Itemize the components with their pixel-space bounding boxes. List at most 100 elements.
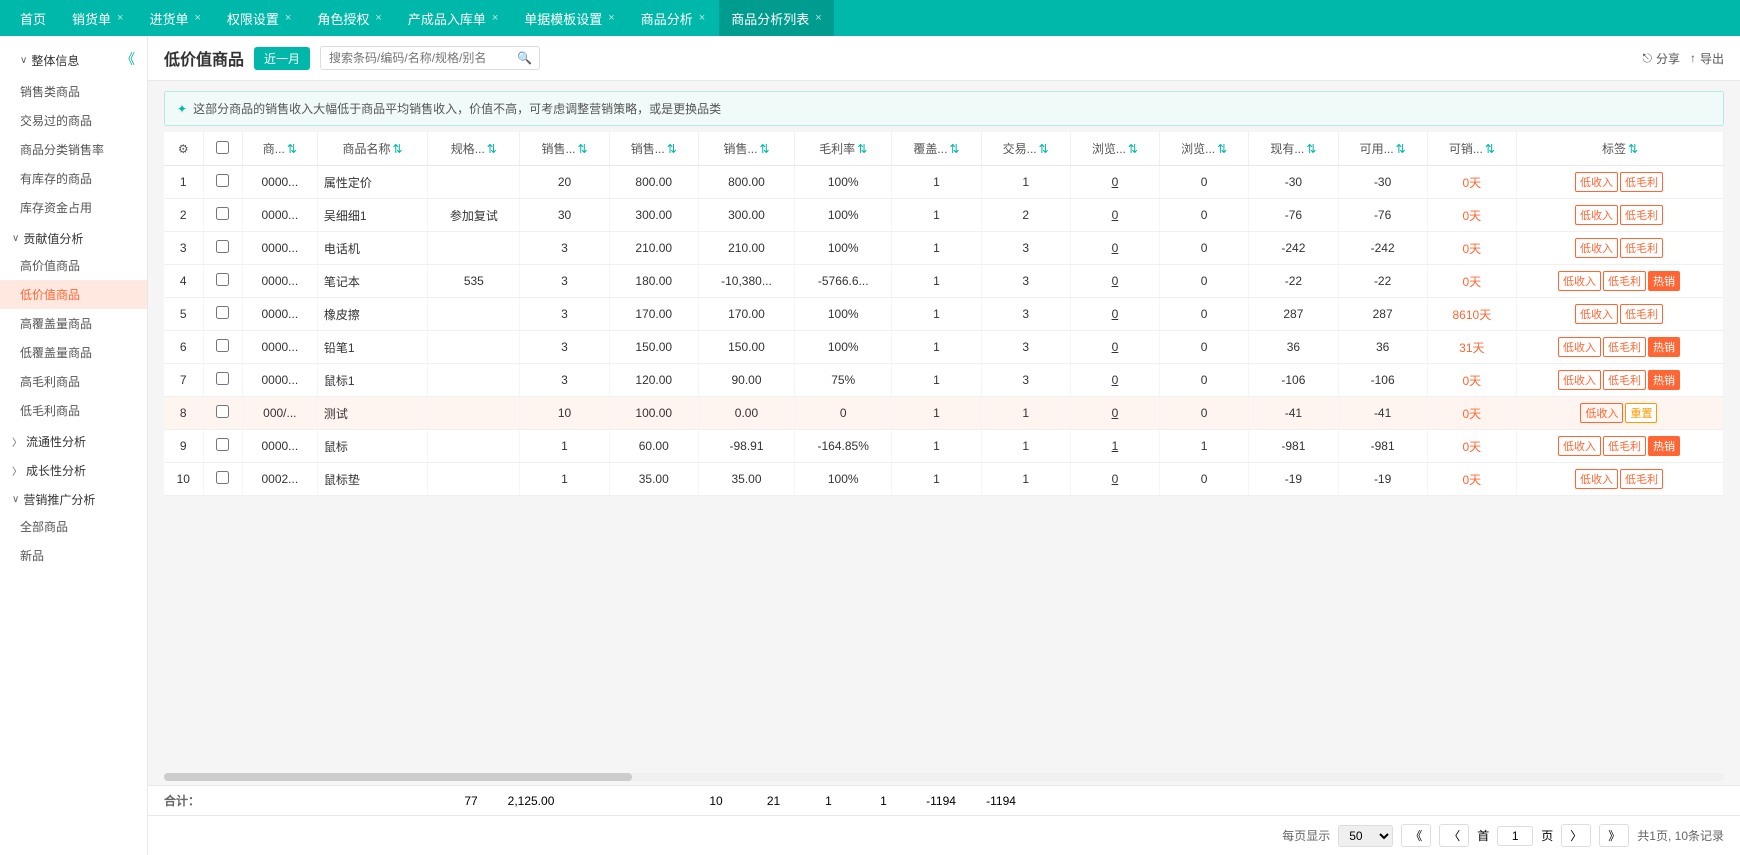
- browse-link[interactable]: 0: [1112, 472, 1119, 486]
- row-checkbox[interactable]: [216, 405, 229, 418]
- col-gross-margin[interactable]: 毛利率⇅: [795, 132, 892, 166]
- sidebar-group-contribution[interactable]: ∨ 贡献值分析: [0, 222, 147, 251]
- col-spec[interactable]: 规格...⇅: [428, 132, 520, 166]
- col-checkbox[interactable]: [203, 132, 242, 166]
- row-checkbox[interactable]: [216, 339, 229, 352]
- col-sales-price[interactable]: 销售...⇅: [609, 132, 698, 166]
- nav-product-analysis[interactable]: 商品分析 ×: [629, 0, 717, 36]
- sidebar-item-high-coverage[interactable]: 高覆盖量商品: [0, 309, 147, 338]
- sidebar-item-traded-products[interactable]: 交易过的商品: [0, 106, 147, 135]
- col-sellable[interactable]: 可销...⇅: [1427, 132, 1516, 166]
- close-template-icon[interactable]: ×: [608, 12, 614, 24]
- row-checkbox[interactable]: [216, 471, 229, 484]
- nav-sales-order[interactable]: 销货单 ×: [60, 0, 135, 36]
- cell-checkbox[interactable]: [203, 166, 242, 199]
- share-button[interactable]: ⎋ 分享: [1642, 50, 1680, 67]
- page-number-input[interactable]: [1497, 826, 1533, 846]
- sidebar-item-category-sales-rate[interactable]: 商品分类销售率: [0, 135, 147, 164]
- cell-checkbox[interactable]: [203, 397, 242, 430]
- browse-link[interactable]: 0: [1112, 340, 1119, 354]
- date-filter-button[interactable]: 近一月: [254, 47, 310, 70]
- sidebar-item-stock-capital[interactable]: 库存资金占用: [0, 193, 147, 222]
- row-checkbox[interactable]: [216, 438, 229, 451]
- prev-page-button[interactable]: 〈: [1439, 824, 1469, 847]
- row-checkbox[interactable]: [216, 306, 229, 319]
- nav-template-settings[interactable]: 单据模板设置 ×: [512, 0, 626, 36]
- cell-checkbox[interactable]: [203, 265, 242, 298]
- cell-checkbox[interactable]: [203, 232, 242, 265]
- col-settings[interactable]: ⚙: [164, 132, 203, 166]
- sidebar-item-low-coverage[interactable]: 低覆盖量商品: [0, 338, 147, 367]
- cell-checkbox[interactable]: [203, 298, 242, 331]
- row-checkbox[interactable]: [216, 372, 229, 385]
- search-icon[interactable]: 🔍: [517, 51, 532, 65]
- sidebar-item-high-value[interactable]: 高价值商品: [0, 251, 147, 280]
- sidebar-group-liquidity[interactable]: 〉 流通性分析: [0, 425, 147, 454]
- close-role-auth-icon[interactable]: ×: [375, 12, 381, 24]
- nav-role-auth[interactable]: 角色授权 ×: [305, 0, 393, 36]
- sidebar-group-overall[interactable]: ∨ 整体信息: [8, 44, 91, 73]
- nav-product-inbound[interactable]: 产成品入库单 ×: [396, 0, 510, 36]
- col-tags[interactable]: 标签⇅: [1516, 132, 1723, 166]
- sidebar-collapse-button[interactable]: 《: [117, 45, 139, 73]
- col-browse1[interactable]: 浏览...⇅: [1070, 132, 1159, 166]
- cell-coverage: 1: [892, 199, 981, 232]
- browse-link[interactable]: 0: [1112, 406, 1119, 420]
- first-page-button[interactable]: 《: [1401, 824, 1431, 847]
- nav-product-analysis-list[interactable]: 商品分析列表 ×: [719, 0, 833, 36]
- cell-checkbox[interactable]: [203, 199, 242, 232]
- nav-home[interactable]: 首页: [8, 0, 58, 36]
- last-page-button[interactable]: 》: [1599, 824, 1629, 847]
- close-sales-order-icon[interactable]: ×: [117, 12, 123, 24]
- col-sales-qty[interactable]: 销售...⇅: [520, 132, 609, 166]
- sidebar-item-stock-products[interactable]: 有库存的商品: [0, 164, 147, 193]
- row-checkbox[interactable]: [216, 273, 229, 286]
- sidebar-item-low-margin[interactable]: 低毛利商品: [0, 396, 147, 425]
- close-product-inbound-icon[interactable]: ×: [492, 12, 498, 24]
- sidebar-group-growth[interactable]: 〉 成长性分析: [0, 454, 147, 483]
- export-button[interactable]: ↑ 导出: [1690, 50, 1724, 67]
- select-all-checkbox[interactable]: [216, 141, 229, 154]
- search-input[interactable]: [320, 46, 540, 70]
- close-product-analysis-icon[interactable]: ×: [699, 12, 705, 24]
- cell-checkbox[interactable]: [203, 430, 242, 463]
- close-purchase-order-icon[interactable]: ×: [194, 12, 200, 24]
- cell-checkbox[interactable]: [203, 364, 242, 397]
- col-transaction[interactable]: 交易...⇅: [981, 132, 1070, 166]
- browse-link[interactable]: 0: [1112, 208, 1119, 222]
- horizontal-scrollbar[interactable]: [164, 773, 1724, 781]
- col-name[interactable]: 商品名称⇅: [317, 132, 427, 166]
- cell-checkbox[interactable]: [203, 463, 242, 496]
- browse-link[interactable]: 0: [1112, 307, 1119, 321]
- col-browse2[interactable]: 浏览...⇅: [1160, 132, 1249, 166]
- row-checkbox[interactable]: [216, 207, 229, 220]
- browse-link[interactable]: 1: [1112, 439, 1119, 453]
- scrollbar-thumb[interactable]: [164, 773, 632, 781]
- row-checkbox[interactable]: [216, 240, 229, 253]
- next-page-button[interactable]: 〉: [1561, 824, 1591, 847]
- browse-link[interactable]: 0: [1112, 175, 1119, 189]
- cell-checkbox[interactable]: [203, 331, 242, 364]
- data-table-container[interactable]: ⚙ 商...⇅ 商品名称⇅ 规格...⇅ 销售...⇅ 销售...⇅ 销售...…: [164, 132, 1724, 769]
- browse-link[interactable]: 0: [1112, 274, 1119, 288]
- cell-browse2: 0: [1160, 232, 1249, 265]
- nav-purchase-order[interactable]: 进货单 ×: [137, 0, 212, 36]
- sidebar-item-all-products[interactable]: 全部商品: [0, 512, 147, 541]
- browse-link[interactable]: 0: [1112, 373, 1119, 387]
- col-coverage[interactable]: 覆盖...⇅: [892, 132, 981, 166]
- col-available[interactable]: 可用...⇅: [1338, 132, 1427, 166]
- page-size-select[interactable]: 50 100 200: [1338, 825, 1393, 847]
- sidebar-item-high-margin[interactable]: 高毛利商品: [0, 367, 147, 396]
- col-current-stock[interactable]: 现有...⇅: [1249, 132, 1338, 166]
- close-analysis-list-icon[interactable]: ×: [815, 12, 821, 24]
- row-checkbox[interactable]: [216, 174, 229, 187]
- sidebar-item-low-value[interactable]: 低价值商品: [0, 280, 147, 309]
- col-code[interactable]: 商...⇅: [242, 132, 317, 166]
- nav-permission-settings[interactable]: 权限设置 ×: [215, 0, 303, 36]
- sidebar-item-sales-products[interactable]: 销售类商品: [0, 77, 147, 106]
- sidebar-item-new-products[interactable]: 新品: [0, 541, 147, 570]
- col-sales-amount[interactable]: 销售...⇅: [698, 132, 794, 166]
- browse-link[interactable]: 0: [1112, 241, 1119, 255]
- close-permission-icon[interactable]: ×: [285, 12, 291, 24]
- sidebar-group-marketing[interactable]: ∨ 营销推广分析: [0, 483, 147, 512]
